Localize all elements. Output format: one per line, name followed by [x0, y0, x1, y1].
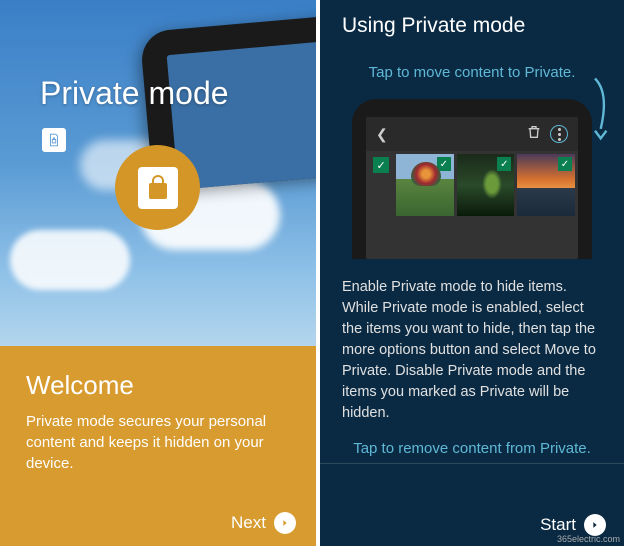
- chevron-right-icon: [274, 512, 296, 534]
- gallery-thumbnail[interactable]: ✓: [396, 154, 454, 216]
- gallery-screen: ❮ ✓ ✓ ✓ ✓: [366, 117, 578, 259]
- welcome-description: Private mode secures your personal conte…: [26, 411, 290, 474]
- back-icon[interactable]: ❮: [376, 126, 388, 143]
- welcome-panel: Private mode Welcome Private mode secure…: [0, 0, 316, 546]
- page-title: Using Private mode: [320, 0, 624, 46]
- tutorial-description: Enable Private mode to hide items. While…: [320, 259, 624, 432]
- hint-remove-from-private: Tap to remove content from Private.: [320, 432, 624, 463]
- phone-demo-illustration: ❮ ✓ ✓ ✓ ✓: [352, 99, 592, 259]
- checkmark-icon: ✓: [558, 157, 572, 171]
- next-label: Next: [231, 513, 266, 533]
- folder-lock-icon: [138, 167, 178, 209]
- gallery-thumbnail[interactable]: ✓: [517, 154, 575, 216]
- delete-icon[interactable]: [526, 124, 542, 145]
- private-badge-small-icon: [42, 128, 66, 152]
- checkmark-icon: ✓: [497, 157, 511, 171]
- tutorial-panel: Using Private mode Tap to move content t…: [320, 0, 624, 546]
- gallery-grid: ✓ ✓ ✓ ✓: [366, 151, 578, 219]
- welcome-card: Welcome Private mode secures your person…: [0, 346, 316, 546]
- start-label: Start: [540, 515, 576, 535]
- gallery-toolbar: ❮: [366, 117, 578, 151]
- hint-move-to-private: Tap to move content to Private.: [320, 46, 624, 91]
- checkmark-icon: ✓: [437, 157, 451, 171]
- welcome-heading: Welcome: [26, 370, 290, 401]
- next-button[interactable]: Next: [231, 512, 296, 534]
- cloud-decoration: [10, 230, 130, 290]
- select-all-checkbox[interactable]: ✓: [369, 154, 393, 216]
- private-mode-icon: [115, 145, 200, 230]
- gallery-thumbnail[interactable]: ✓: [457, 154, 515, 216]
- sky-background: Private mode Welcome Private mode secure…: [0, 0, 316, 546]
- start-button[interactable]: Start: [540, 514, 606, 536]
- page-title: Private mode: [40, 75, 229, 112]
- more-options-icon[interactable]: [550, 125, 568, 143]
- divider: [320, 463, 624, 464]
- watermark: 365electric.com: [557, 534, 620, 544]
- chevron-right-icon: [584, 514, 606, 536]
